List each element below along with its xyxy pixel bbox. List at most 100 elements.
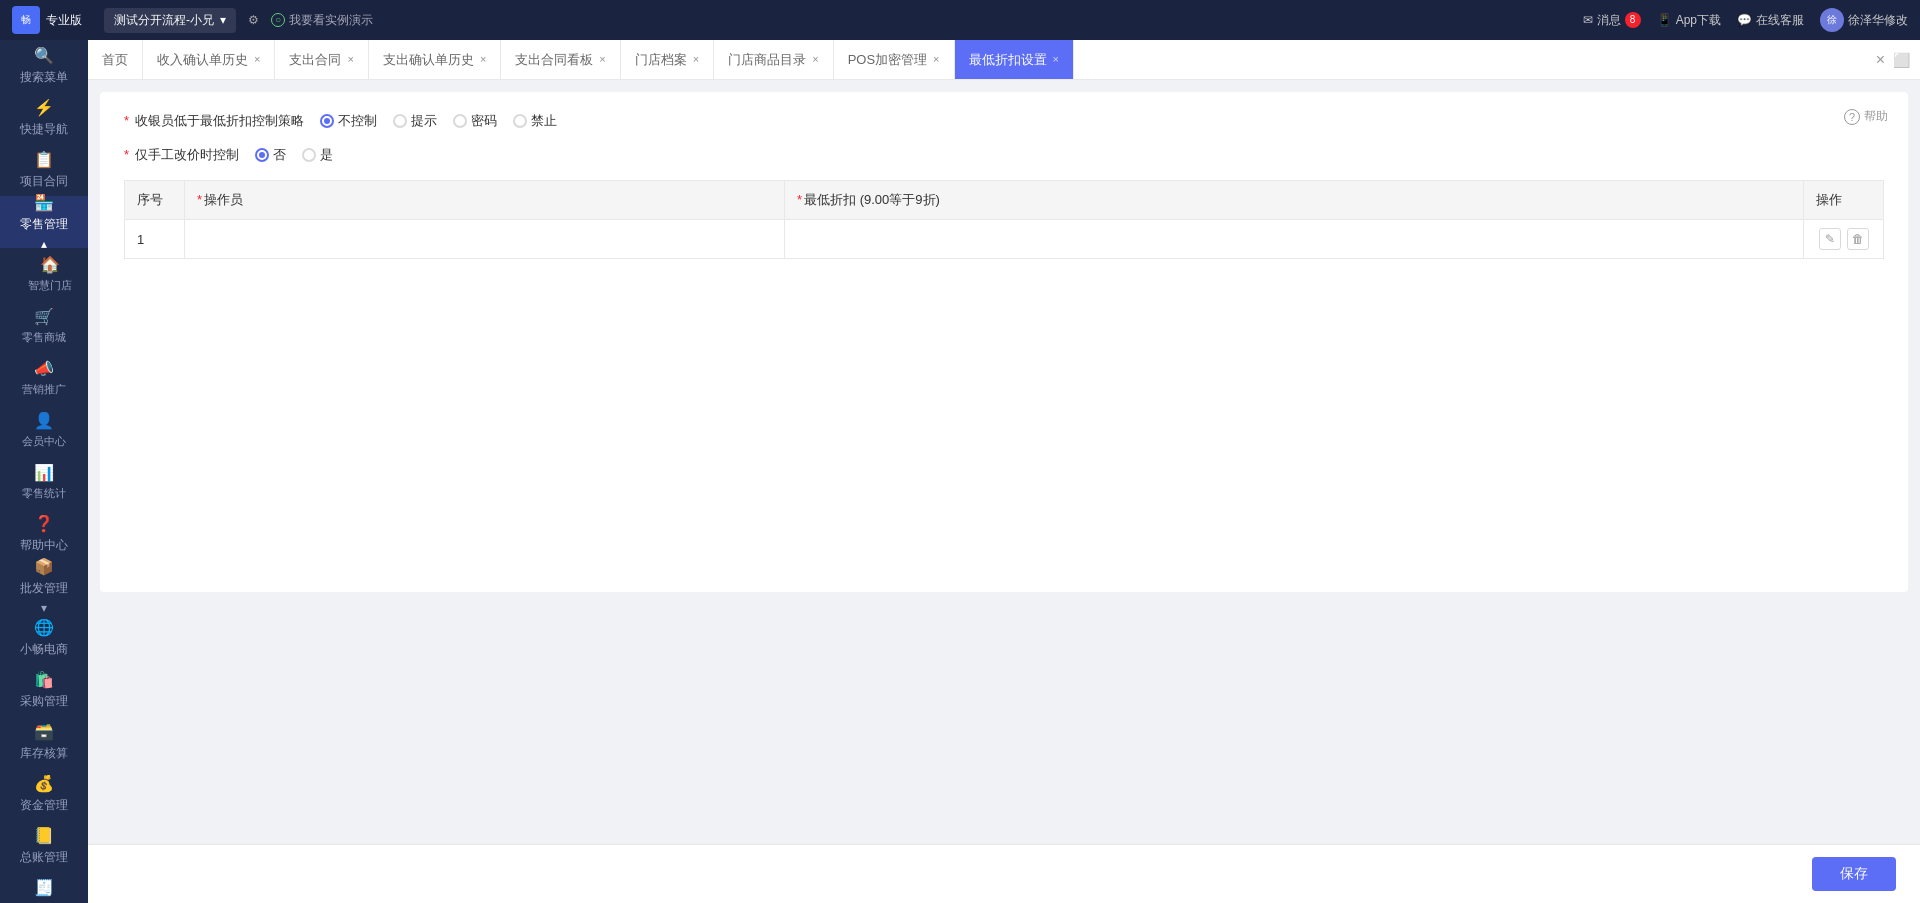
- close-icon[interactable]: ×: [933, 54, 939, 65]
- demo-link[interactable]: ○ 我要看实例演示: [271, 12, 373, 29]
- tab-home[interactable]: 首页: [88, 40, 143, 79]
- sidebar-item-marketing[interactable]: 📣 营销推广: [0, 352, 88, 404]
- close-icon[interactable]: ×: [480, 54, 486, 65]
- close-icon[interactable]: ×: [347, 54, 353, 65]
- tab-min-discount[interactable]: 最低折扣设置 ×: [955, 40, 1074, 79]
- edit-icon-btn[interactable]: ✎: [1819, 228, 1841, 250]
- sidebar-item-label: 智慧门店: [28, 278, 72, 293]
- col-seq: 序号: [125, 181, 185, 220]
- maximize-icon[interactable]: ⬜: [1893, 52, 1910, 68]
- sidebar-item-retail-mall[interactable]: 🛒 零售商城: [0, 300, 88, 352]
- tab-payment-board[interactable]: 支出合同看板 ×: [501, 40, 620, 79]
- sidebar-item-label: 零售统计: [22, 486, 66, 501]
- sidebar-item-retail-mgmt[interactable]: 🏪 零售管理 ▴: [0, 196, 88, 248]
- stats-icon: 📊: [34, 463, 54, 482]
- sidebar-item-project-contract[interactable]: 📋 项目合同: [0, 144, 88, 196]
- discount-table: 序号 *操作员 *最低折扣 (9.00等于9折) 操作: [124, 180, 1884, 259]
- delete-icon-btn[interactable]: 🗑: [1847, 228, 1869, 250]
- close-icon[interactable]: ×: [1053, 54, 1059, 65]
- sidebar-item-label: 零售管理: [20, 216, 68, 233]
- radio-no-control[interactable]: 不控制: [320, 112, 377, 130]
- radio-dot-no-control: [320, 114, 334, 128]
- tab-payment-contract[interactable]: 支出合同 ×: [275, 40, 368, 79]
- close-all-icon[interactable]: ×: [1876, 51, 1885, 69]
- sidebar-item-label: 项目合同: [20, 173, 68, 190]
- tab-payment-history[interactable]: 支出确认单历史 ×: [369, 40, 501, 79]
- sidebar-item-label: 总账管理: [20, 849, 68, 866]
- sidebar-item-label: 会员中心: [22, 434, 66, 449]
- user-profile-btn[interactable]: 徐 徐泽华修改: [1820, 8, 1908, 32]
- radio-forbid[interactable]: 禁止: [513, 112, 557, 130]
- tab-label: POS加密管理: [848, 51, 927, 69]
- wholesale-icon: 📦: [34, 557, 54, 576]
- close-icon[interactable]: ×: [812, 54, 818, 65]
- sidebar-item-invoice[interactable]: 🧾 发票管理: [0, 872, 88, 903]
- service-icon: 💬: [1737, 13, 1752, 27]
- sidebar-item-search[interactable]: 🔍 搜索菜单: [0, 40, 88, 92]
- radio-manual-no[interactable]: 否: [255, 146, 286, 164]
- gear-icon: ⚙: [248, 13, 259, 27]
- sidebar-item-wholesale[interactable]: 📦 批发管理 ▾: [0, 560, 88, 612]
- settings-icon-btn[interactable]: ⚙: [248, 13, 259, 27]
- tab-store-goods[interactable]: 门店商品目录 ×: [714, 40, 833, 79]
- min-discount-input[interactable]: [797, 232, 1791, 247]
- member-icon: 👤: [34, 411, 54, 430]
- sidebar-item-purchase[interactable]: 🛍️ 采购管理: [0, 664, 88, 716]
- tab-store-archive[interactable]: 门店档案 ×: [621, 40, 714, 79]
- operator-input[interactable]: [197, 232, 772, 247]
- project-selector[interactable]: 测试分开流程-小兄 ▾: [104, 8, 236, 33]
- customer-service-btn[interactable]: 💬 在线客服: [1737, 12, 1804, 29]
- radio-remind[interactable]: 提示: [393, 112, 437, 130]
- radio-dot-remind: [393, 114, 407, 128]
- cell-operator[interactable]: [185, 220, 785, 259]
- top-bar-right: ✉ 消息 8 📱 App下载 💬 在线客服 徐 徐泽华修改: [1583, 8, 1908, 32]
- col-operator: *操作员: [185, 181, 785, 220]
- sidebar-item-label: 搜索菜单: [20, 69, 68, 86]
- purchase-icon: 🛍️: [34, 670, 54, 689]
- sidebar-item-finance[interactable]: 💰 资金管理: [0, 768, 88, 820]
- sidebar-item-help-center[interactable]: ❓ 帮助中心: [0, 508, 88, 560]
- tab-label: 支出合同: [289, 51, 341, 69]
- radio-manual-yes[interactable]: 是: [302, 146, 333, 164]
- close-icon[interactable]: ×: [254, 54, 260, 65]
- edit-icon: ✎: [1825, 232, 1835, 246]
- tab-label: 支出确认单历史: [383, 51, 474, 69]
- sidebar-item-member-center[interactable]: 👤 会员中心: [0, 404, 88, 456]
- help-link[interactable]: ? 帮助: [1844, 108, 1888, 125]
- finance-icon: 💰: [34, 774, 54, 793]
- logo-text: 专业版: [46, 12, 82, 29]
- demo-circle-icon: ○: [271, 13, 285, 27]
- tab-label: 支出合同看板: [515, 51, 593, 69]
- tab-pos-password[interactable]: POS加密管理 ×: [834, 40, 955, 79]
- save-button[interactable]: 保存: [1812, 857, 1896, 891]
- discount-control-label: * 收银员低于最低折扣控制策略: [124, 112, 304, 130]
- messages-badge: 8: [1625, 12, 1641, 28]
- delete-icon: 🗑: [1852, 232, 1864, 246]
- invoice-icon: 🧾: [34, 878, 54, 897]
- sidebar-item-label: 批发管理: [20, 580, 68, 597]
- sidebar-item-retail-stats[interactable]: 📊 零售统计: [0, 456, 88, 508]
- app-download-btn[interactable]: 📱 App下载: [1657, 12, 1721, 29]
- radio-password[interactable]: 密码: [453, 112, 497, 130]
- sidebar-item-ecommerce[interactable]: 🌐 小畅电商: [0, 612, 88, 664]
- sidebar-item-smart-store[interactable]: 🏠 智慧门店: [0, 248, 88, 300]
- help-circle-icon: ?: [1844, 109, 1860, 125]
- demo-link-label: 我要看实例演示: [289, 12, 373, 29]
- messages-btn[interactable]: ✉ 消息 8: [1583, 12, 1641, 29]
- col-action: 操作: [1804, 181, 1884, 220]
- close-icon[interactable]: ×: [599, 54, 605, 65]
- project-name: 测试分开流程-小兄: [114, 12, 214, 29]
- sidebar-item-label: 采购管理: [20, 693, 68, 710]
- sidebar-item-label: 库存核算: [20, 745, 68, 762]
- sidebar-item-ledger[interactable]: 📒 总账管理: [0, 820, 88, 872]
- cell-actions: ✎ 🗑: [1804, 220, 1884, 259]
- cell-min-discount[interactable]: [785, 220, 1804, 259]
- messages-label: 消息: [1597, 12, 1621, 29]
- tab-income-history[interactable]: 收入确认单历史 ×: [143, 40, 275, 79]
- close-icon[interactable]: ×: [693, 54, 699, 65]
- tab-bar: 首页 收入确认单历史 × 支出合同 × 支出确认单历史 × 支出合同看板 × 门…: [88, 40, 1920, 80]
- user-name: 徐泽华修改: [1848, 12, 1908, 29]
- sidebar-item-inventory[interactable]: 🗃️ 库存核算: [0, 716, 88, 768]
- sidebar-item-quick-nav[interactable]: ⚡ 快捷导航: [0, 92, 88, 144]
- content-area: 首页 收入确认单历史 × 支出合同 × 支出确认单历史 × 支出合同看板 × 门…: [88, 40, 1920, 903]
